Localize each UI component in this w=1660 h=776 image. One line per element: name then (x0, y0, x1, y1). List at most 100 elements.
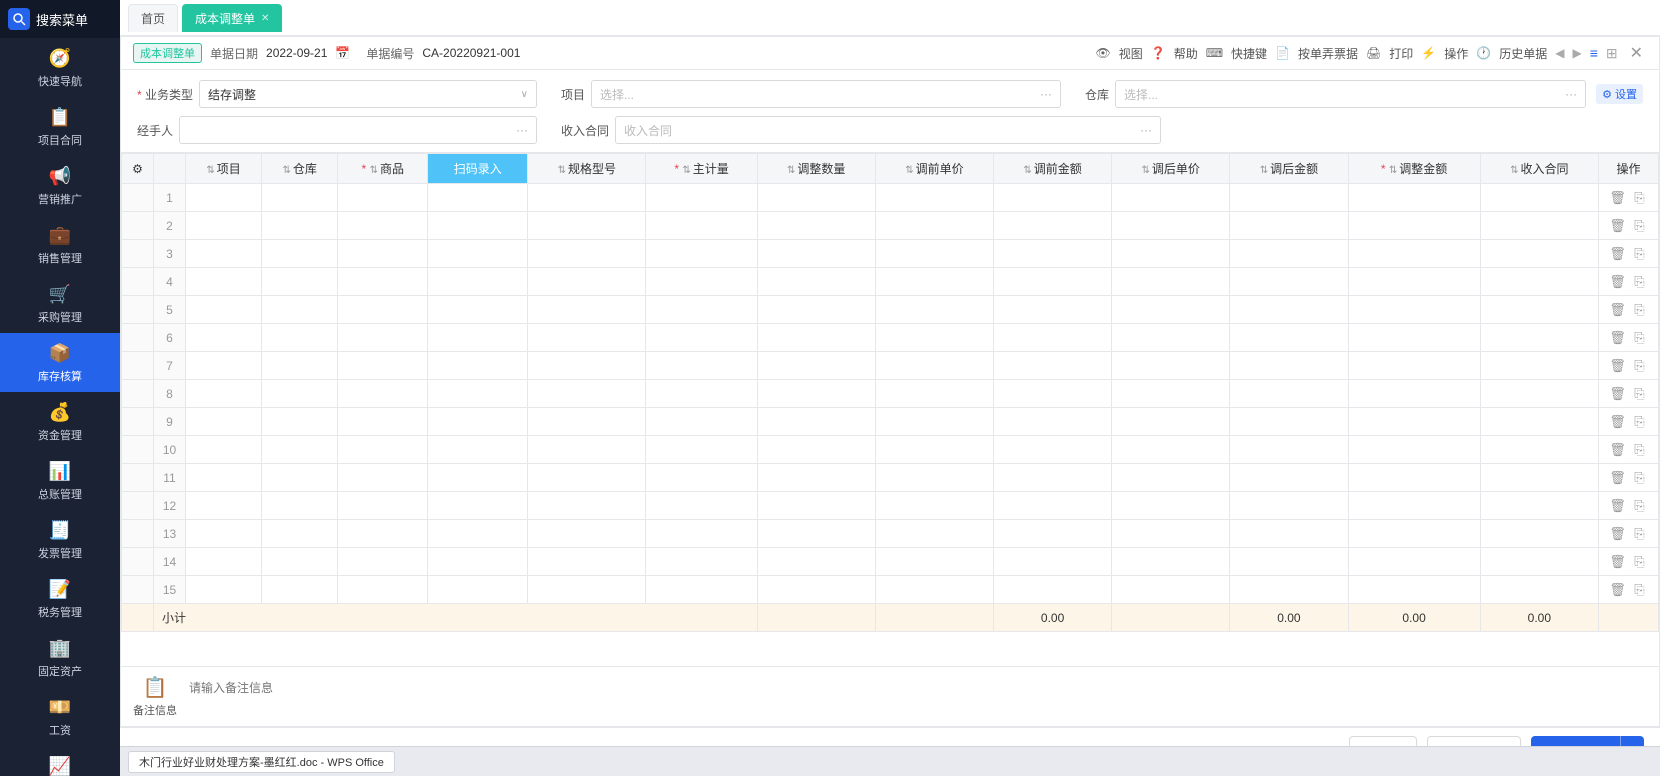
project-dots[interactable]: ··· (1040, 87, 1052, 101)
nav-prev-icon[interactable]: ◀ (1555, 46, 1564, 60)
row-spec[interactable] (528, 324, 646, 352)
row-before-amount[interactable] (993, 464, 1111, 492)
row-goods[interactable] (338, 576, 428, 604)
warehouse-input[interactable]: 选择... ··· (1115, 80, 1586, 108)
col-scan[interactable]: 扫码录入 (428, 154, 528, 184)
taskbar-item[interactable]: 木门行业好业财处理方案-墨红红.doc - WPS Office (128, 751, 395, 773)
row-warehouse[interactable] (262, 548, 338, 576)
row-adj-amount[interactable] (1348, 240, 1480, 268)
row-scan[interactable] (428, 408, 528, 436)
row-copy-icon[interactable]: ⎘ (1631, 441, 1649, 459)
row-after-amount[interactable] (1230, 408, 1348, 436)
row-after-price[interactable] (1112, 548, 1230, 576)
project-input[interactable]: 选择... ··· (591, 80, 1061, 108)
row-before-amount[interactable] (993, 380, 1111, 408)
row-project[interactable] (186, 352, 262, 380)
row-adj-amount[interactable] (1348, 464, 1480, 492)
row-adj-amount[interactable] (1348, 436, 1480, 464)
row-delete-icon[interactable]: 🗑 (1609, 497, 1627, 515)
row-before-price[interactable] (875, 324, 993, 352)
row-project[interactable] (186, 548, 262, 576)
row-income-contract[interactable] (1480, 268, 1598, 296)
row-before-price[interactable] (875, 352, 993, 380)
row-unit[interactable] (646, 352, 757, 380)
row-scan[interactable] (428, 380, 528, 408)
row-after-amount[interactable] (1230, 212, 1348, 240)
row-scan[interactable] (428, 184, 528, 212)
row-adj-qty[interactable] (757, 548, 875, 576)
tab-cost-adjust[interactable]: 成本调整单 ✕ (182, 4, 282, 32)
row-spec[interactable] (528, 240, 646, 268)
row-after-amount[interactable] (1230, 352, 1348, 380)
row-warehouse[interactable] (262, 212, 338, 240)
row-project[interactable] (186, 436, 262, 464)
row-before-amount[interactable] (993, 352, 1111, 380)
row-after-amount[interactable] (1230, 520, 1348, 548)
sidebar-item-invoice[interactable]: 🧾 发票管理 (0, 510, 120, 569)
row-delete-icon[interactable]: 🗑 (1609, 413, 1627, 431)
row-goods[interactable] (338, 268, 428, 296)
row-spec[interactable] (528, 408, 646, 436)
row-after-price[interactable] (1112, 408, 1230, 436)
row-copy-icon[interactable]: ⎘ (1631, 385, 1649, 403)
sidebar-item-sales-promo[interactable]: 📢 营销推广 (0, 156, 120, 215)
sidebar-item-quick-nav[interactable]: 🧭 快速导航 (0, 38, 120, 97)
row-goods[interactable] (338, 184, 428, 212)
row-income-contract[interactable] (1480, 408, 1598, 436)
row-spec[interactable] (528, 268, 646, 296)
row-spec[interactable] (528, 492, 646, 520)
row-unit[interactable] (646, 380, 757, 408)
row-delete-icon[interactable]: 🗑 (1609, 357, 1627, 375)
row-spec[interactable] (528, 548, 646, 576)
row-before-price[interactable] (875, 436, 993, 464)
row-before-amount[interactable] (993, 240, 1111, 268)
list-view-icon[interactable]: ≡ (1590, 45, 1598, 61)
col-spec[interactable]: ⇅规格型号 (528, 154, 646, 184)
history-btn[interactable]: 历史单据 (1499, 45, 1547, 62)
row-unit[interactable] (646, 548, 757, 576)
row-delete-icon[interactable]: 🗑 (1609, 217, 1627, 235)
doc-nav-btn[interactable]: 按单弄票据 (1298, 45, 1358, 62)
row-after-price[interactable] (1112, 352, 1230, 380)
row-warehouse[interactable] (262, 268, 338, 296)
row-scan[interactable] (428, 324, 528, 352)
row-adj-amount[interactable] (1348, 268, 1480, 296)
row-copy-icon[interactable]: ⎘ (1631, 329, 1649, 347)
row-delete-icon[interactable]: 🗑 (1609, 385, 1627, 403)
row-income-contract[interactable] (1480, 296, 1598, 324)
row-before-amount[interactable] (993, 184, 1111, 212)
row-adj-qty[interactable] (757, 184, 875, 212)
sidebar-item-fixed-assets[interactable]: 🏢 固定资产 (0, 628, 120, 687)
row-unit[interactable] (646, 296, 757, 324)
row-after-amount[interactable] (1230, 240, 1348, 268)
row-goods[interactable] (338, 520, 428, 548)
row-before-amount[interactable] (993, 520, 1111, 548)
col-income-contract[interactable]: ⇅收入合同 (1480, 154, 1598, 184)
row-adj-qty[interactable] (757, 576, 875, 604)
row-unit[interactable] (646, 268, 757, 296)
row-after-price[interactable] (1112, 268, 1230, 296)
row-spec[interactable] (528, 380, 646, 408)
row-adj-qty[interactable] (757, 492, 875, 520)
grid-view-icon[interactable]: ⊞ (1606, 45, 1618, 62)
row-project[interactable] (186, 380, 262, 408)
row-before-amount[interactable] (993, 296, 1111, 324)
row-warehouse[interactable] (262, 240, 338, 268)
row-delete-icon[interactable]: 🗑 (1609, 441, 1627, 459)
row-after-price[interactable] (1112, 296, 1230, 324)
row-unit[interactable] (646, 240, 757, 268)
row-warehouse[interactable] (262, 492, 338, 520)
row-income-contract[interactable] (1480, 212, 1598, 240)
col-adj-amount[interactable]: ⇅调整金额 (1348, 154, 1480, 184)
row-adj-qty[interactable] (757, 212, 875, 240)
row-copy-icon[interactable]: ⎘ (1631, 273, 1649, 291)
row-adj-amount[interactable] (1348, 576, 1480, 604)
row-adj-qty[interactable] (757, 380, 875, 408)
row-after-price[interactable] (1112, 436, 1230, 464)
row-adj-amount[interactable] (1348, 520, 1480, 548)
row-goods[interactable] (338, 240, 428, 268)
row-delete-icon[interactable]: 🗑 (1609, 553, 1627, 571)
row-unit[interactable] (646, 436, 757, 464)
col-before-amount[interactable]: ⇅调前金额 (993, 154, 1111, 184)
handler-dots[interactable]: ··· (516, 123, 528, 137)
